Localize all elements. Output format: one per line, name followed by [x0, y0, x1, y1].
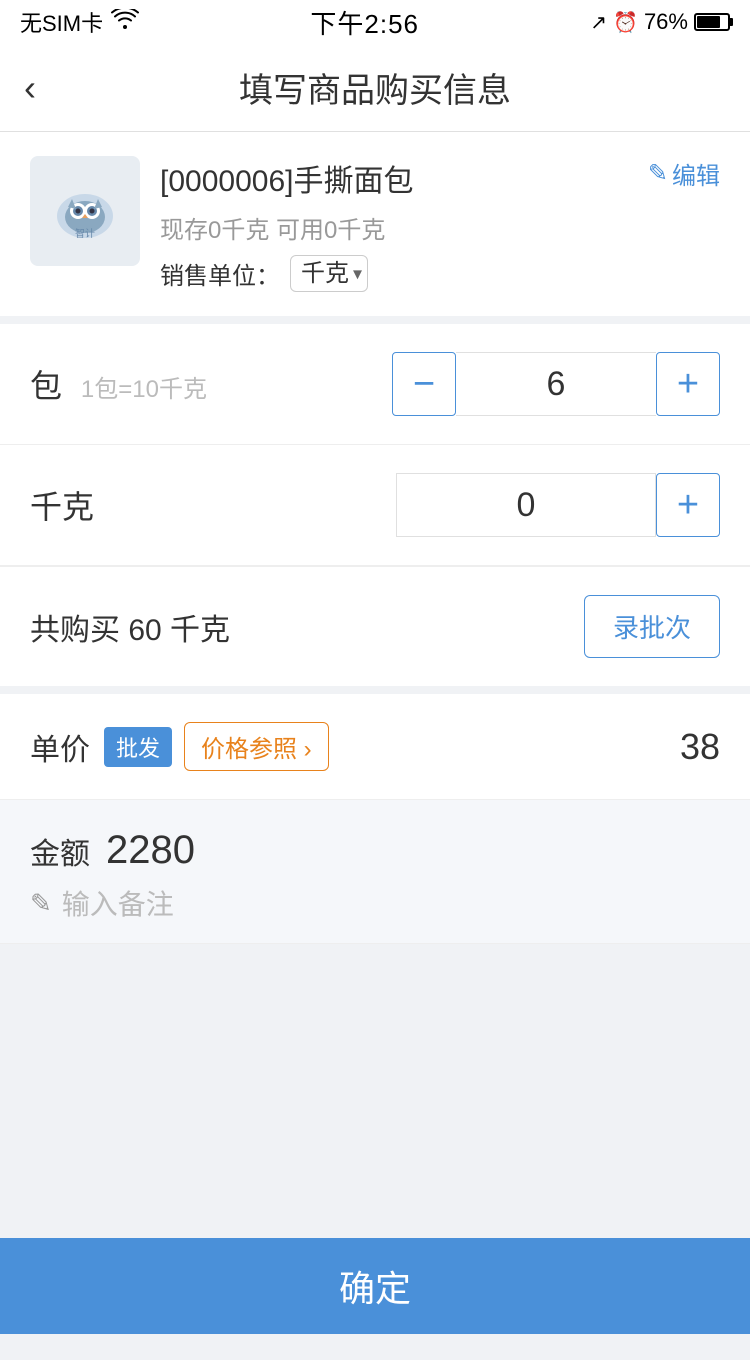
note-icon: ✎: [30, 888, 52, 919]
bag-label: 包 1包=10千克: [30, 361, 392, 407]
batch-button[interactable]: 录批次: [584, 595, 720, 658]
bag-qty-row: 包 1包=10千克 − +: [0, 324, 750, 445]
bag-qty-input[interactable]: [456, 352, 656, 416]
unit-select-wrapper[interactable]: 千克: [290, 255, 368, 292]
status-bar: 无SIM卡 下午2:56 ↗ ⏰ 76%: [0, 0, 750, 44]
minus-icon: −: [413, 363, 435, 406]
carrier-text: 无SIM卡: [20, 6, 103, 38]
svg-text:智计: 智计: [75, 227, 95, 240]
price-ref-label: 价格参照 ›: [201, 729, 312, 764]
status-left: 无SIM卡: [20, 6, 139, 38]
battery-icon: [694, 13, 730, 31]
unit-select[interactable]: 千克: [290, 255, 368, 292]
product-name: [0000006]手撕面包: [160, 156, 413, 200]
edit-button[interactable]: ✎ 编辑: [648, 156, 720, 191]
product-stock: 现存0千克 可用0千克: [160, 210, 720, 245]
edit-label: 编辑: [672, 156, 720, 191]
product-logo: 智计: [50, 181, 120, 241]
product-card: 智计 [0000006]手撕面包 ✎ 编辑 现存0千克 可用0千克 销售单位： …: [0, 132, 750, 324]
product-unit: 销售单位： 千克: [160, 255, 720, 292]
wifi-icon: [111, 9, 139, 35]
bag-minus-button[interactable]: −: [392, 352, 456, 416]
kg-plus-button[interactable]: +: [656, 473, 720, 537]
note-placeholder[interactable]: 输入备注: [62, 883, 174, 923]
status-time: 下午2:56: [310, 4, 419, 41]
note-row[interactable]: ✎ 输入备注: [30, 883, 720, 923]
plus-icon-kg: +: [677, 484, 699, 527]
bag-label-text: 包: [30, 368, 62, 404]
edit-icon: ✎: [648, 159, 668, 188]
price-tag: 批发: [104, 727, 172, 767]
plus-icon: +: [677, 363, 699, 406]
bag-hint: 1包=10千克: [81, 376, 207, 403]
price-ref-button[interactable]: 价格参照 ›: [184, 722, 329, 771]
amount-row: 金额 2280: [30, 828, 720, 873]
confirm-button[interactable]: 确定: [0, 1238, 750, 1334]
empty-space: [0, 944, 750, 1264]
unit-label: 销售单位：: [160, 256, 280, 291]
product-thumbnail: 智计: [30, 156, 140, 266]
bag-plus-button[interactable]: +: [656, 352, 720, 416]
amount-section: 金额 2280 ✎ 输入备注: [0, 800, 750, 944]
alarm-icon: ⏰: [613, 10, 638, 35]
page-title: 填写商品购买信息: [239, 63, 511, 112]
status-right: ↗ ⏰ 76%: [590, 9, 730, 35]
total-label: 共购买 60 千克: [30, 605, 230, 649]
nav-bar: ‹ 填写商品购买信息: [0, 44, 750, 132]
kg-qty-row: 千克 +: [0, 445, 750, 566]
location-icon: ↗: [590, 10, 607, 35]
bag-qty-controls: − +: [392, 352, 720, 416]
kg-qty-input[interactable]: [396, 473, 656, 537]
price-value: 38: [680, 726, 720, 768]
price-section: 单价 批发 价格参照 › 38: [0, 694, 750, 800]
kg-label: 千克: [30, 482, 396, 528]
amount-value: 2280: [106, 828, 195, 873]
quantity-section: 包 1包=10千克 − + 千克 +: [0, 324, 750, 567]
price-label: 单价: [30, 725, 90, 769]
battery-percent: 76%: [644, 9, 688, 35]
kg-qty-controls: +: [396, 473, 720, 537]
amount-label: 金额: [30, 829, 90, 873]
total-section: 共购买 60 千克 录批次: [0, 567, 750, 694]
product-info: [0000006]手撕面包 ✎ 编辑 现存0千克 可用0千克 销售单位： 千克: [160, 156, 720, 292]
back-button[interactable]: ‹: [24, 67, 36, 109]
